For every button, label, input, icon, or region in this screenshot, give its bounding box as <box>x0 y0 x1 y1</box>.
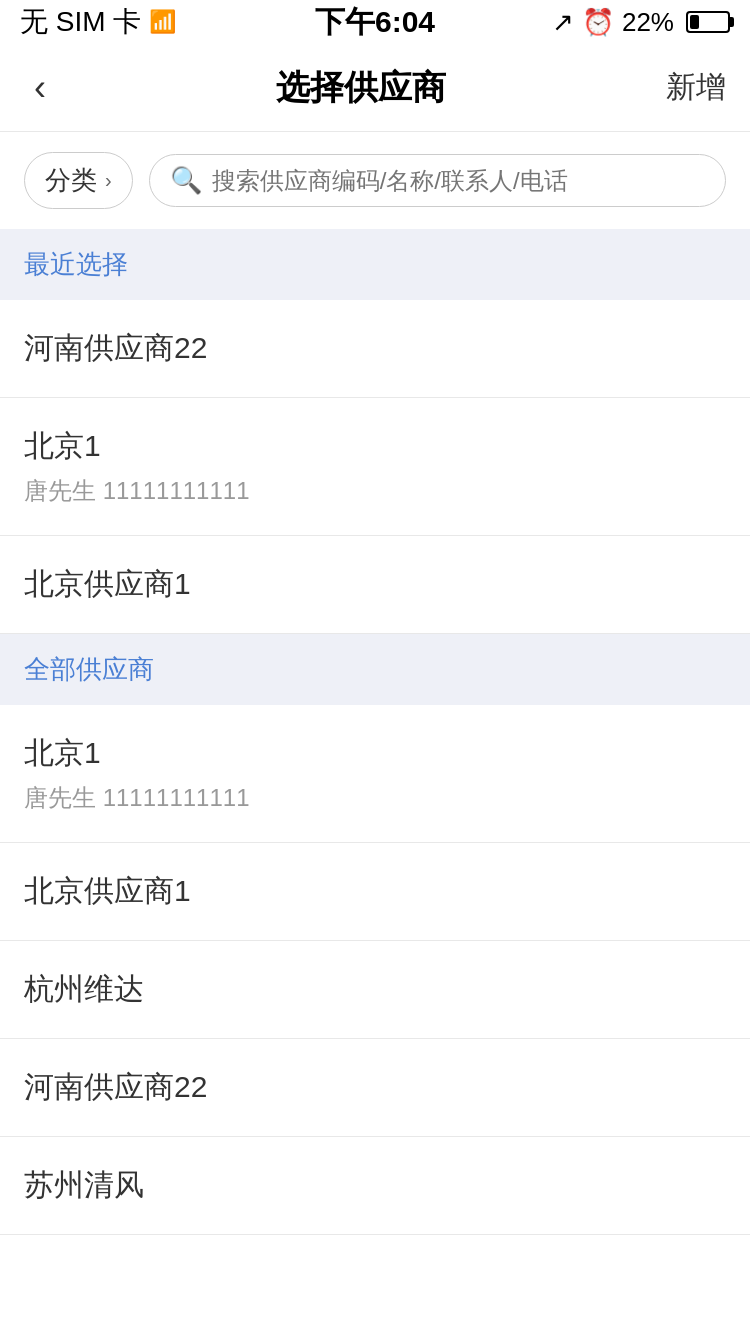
page-title: 选择供应商 <box>276 65 446 111</box>
supplier-list: 最近选择河南供应商22 北京1 唐先生 11111111111 北京供应商1 全部供应商… <box>0 229 750 1235</box>
section-title-recent: 最近选择 <box>24 249 128 279</box>
list-item[interactable]: 北京1 唐先生 11111111111 <box>0 705 750 843</box>
chevron-right-icon: › <box>105 169 112 192</box>
status-time: 下午6:04 <box>315 2 435 43</box>
alarm-icon: ⏰ <box>582 7 614 38</box>
supplier-contact: 唐先生 11111111111 <box>24 782 726 814</box>
supplier-name: 杭州维达 <box>24 969 726 1010</box>
section-header-recent: 最近选择 <box>0 229 750 300</box>
status-right: ↗ ⏰ 22% <box>552 7 730 38</box>
supplier-name: 苏州清风 <box>24 1165 726 1206</box>
nav-bar: ‹ 选择供应商 新增 <box>0 44 750 132</box>
section-header-all: 全部供应商 <box>0 634 750 705</box>
list-item[interactable]: 杭州维达 <box>0 941 750 1039</box>
supplier-name: 北京1 <box>24 733 726 774</box>
list-item[interactable]: 河南供应商22 <box>0 300 750 398</box>
add-button[interactable]: 新增 <box>666 67 726 108</box>
supplier-name: 河南供应商22 <box>24 1067 726 1108</box>
list-item[interactable]: 北京1 唐先生 11111111111 <box>0 398 750 536</box>
wifi-icon: 📶 <box>149 9 176 35</box>
supplier-name: 北京1 <box>24 426 726 467</box>
status-left: 无 SIM 卡 📶 <box>20 3 176 41</box>
category-button[interactable]: 分类 › <box>24 152 133 209</box>
search-box[interactable]: 🔍 <box>149 154 726 207</box>
list-item[interactable]: 河南供应商22 <box>0 1039 750 1137</box>
list-item[interactable]: 苏州清风 <box>0 1137 750 1235</box>
search-icon: 🔍 <box>170 165 202 196</box>
status-bar: 无 SIM 卡 📶 下午6:04 ↗ ⏰ 22% <box>0 0 750 44</box>
back-button[interactable]: ‹ <box>24 57 56 119</box>
supplier-name: 北京供应商1 <box>24 564 726 605</box>
supplier-name: 河南供应商22 <box>24 328 726 369</box>
list-item[interactable]: 北京供应商1 <box>0 536 750 634</box>
category-label: 分类 <box>45 163 97 198</box>
battery-icon <box>686 11 730 33</box>
supplier-contact: 唐先生 11111111111 <box>24 475 726 507</box>
supplier-name: 北京供应商1 <box>24 871 726 912</box>
battery-pct: 22% <box>622 7 674 38</box>
list-item[interactable]: 北京供应商1 <box>0 843 750 941</box>
sim-status: 无 SIM 卡 <box>20 3 141 41</box>
search-input[interactable] <box>212 167 705 195</box>
filter-bar: 分类 › 🔍 <box>0 132 750 229</box>
section-title-all: 全部供应商 <box>24 654 154 684</box>
location-icon: ↗ <box>552 7 574 38</box>
